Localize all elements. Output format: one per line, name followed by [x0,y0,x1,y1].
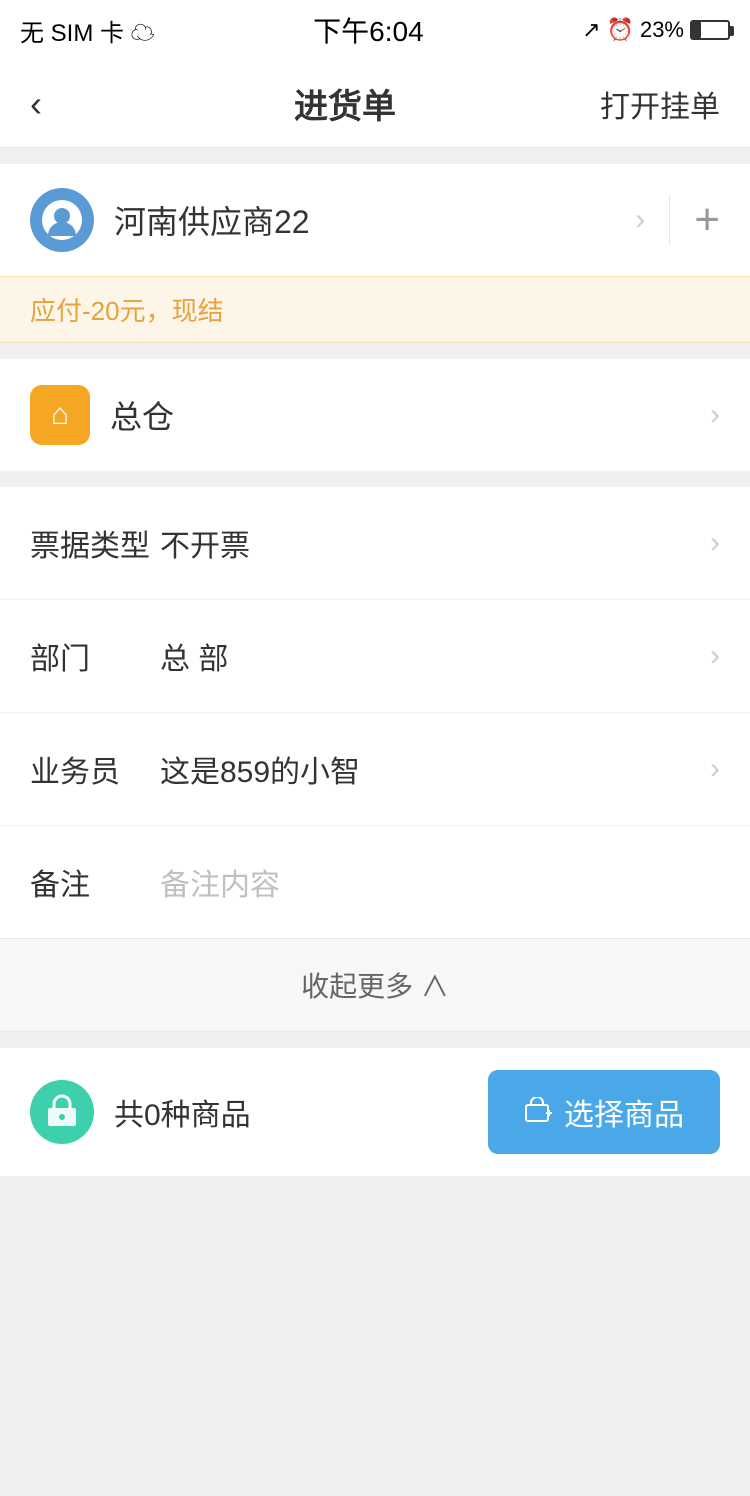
battery-percent: 23% [640,17,684,43]
warehouse-chevron-icon: › [710,398,720,432]
avatar-icon [42,200,82,240]
status-left: 无 SIM 卡 ☁ [20,13,155,48]
supplier-name: 河南供应商22 [114,197,635,243]
form-row-salesperson[interactable]: 业务员 这是859的小智 › [0,713,750,826]
department-chevron-icon: › [710,639,720,673]
page-title: 进货单 [294,79,396,128]
collapse-bar[interactable]: 收起更多 ∧ [0,938,750,1032]
salesperson-chevron-icon: › [710,752,720,786]
supplier-avatar [30,188,94,252]
nav-bar: ‹ 进货单 打开挂单 [0,60,750,148]
vertical-divider [669,195,670,245]
section-gap-2 [0,343,750,359]
add-supplier-button[interactable]: + [694,198,720,242]
warehouse-row[interactable]: ⌂ 总仓 › [0,359,750,471]
warehouse-name: 总仓 [110,392,710,438]
invoice-label: 票据类型 [30,521,160,565]
goods-count: 共0种商品 [114,1090,488,1134]
section-gap-1 [0,148,750,164]
notice-bar: 应付-20元，现结 [0,276,750,343]
page-background [0,1176,750,1496]
select-goods-button[interactable]: 选择商品 [488,1070,720,1154]
form-row-remark[interactable]: 备注 备注内容 [0,826,750,938]
status-right: ↗ ⏰ 23% [582,17,730,43]
signal-text: 无 SIM 卡 ☁ [20,13,155,48]
status-time: 下午6:04 [313,10,424,50]
alarm-icon: ⏰ [607,17,634,43]
battery-icon: ↗ [582,17,600,43]
salesperson-label: 业务员 [30,747,160,791]
status-bar: 无 SIM 卡 ☁ 下午6:04 ↗ ⏰ 23% [0,0,750,60]
department-value: 总 部 [160,634,710,678]
open-pending-button[interactable]: 打开挂单 [600,82,720,126]
invoice-chevron-icon: › [710,526,720,560]
invoice-value: 不开票 [160,521,710,565]
back-button[interactable]: ‹ [30,83,90,125]
goods-bar: 共0种商品 选择商品 [0,1048,750,1176]
warehouse-icon: ⌂ [30,385,90,445]
salesperson-value: 这是859的小智 [160,747,710,791]
select-goods-label: 选择商品 [564,1090,684,1134]
section-gap-4 [0,1032,750,1048]
form-section: 票据类型 不开票 › 部门 总 部 › 业务员 这是859的小智 › 备注 备注… [0,487,750,938]
house-glyph-icon: ⌂ [51,398,69,432]
form-row-invoice[interactable]: 票据类型 不开票 › [0,487,750,600]
form-row-department[interactable]: 部门 总 部 › [0,600,750,713]
select-goods-icon [524,1097,554,1127]
section-gap-3 [0,471,750,487]
department-label: 部门 [30,634,160,678]
battery-bar [690,20,730,40]
goods-icon [30,1080,94,1144]
warehouse-card: ⌂ 总仓 › [0,359,750,471]
supplier-chevron-icon: › [635,203,645,237]
remark-label: 备注 [30,860,160,904]
supplier-card: 河南供应商22 › + 应付-20元，现结 [0,164,750,343]
remark-placeholder: 备注内容 [160,860,720,904]
supplier-row[interactable]: 河南供应商22 › + [0,164,750,276]
